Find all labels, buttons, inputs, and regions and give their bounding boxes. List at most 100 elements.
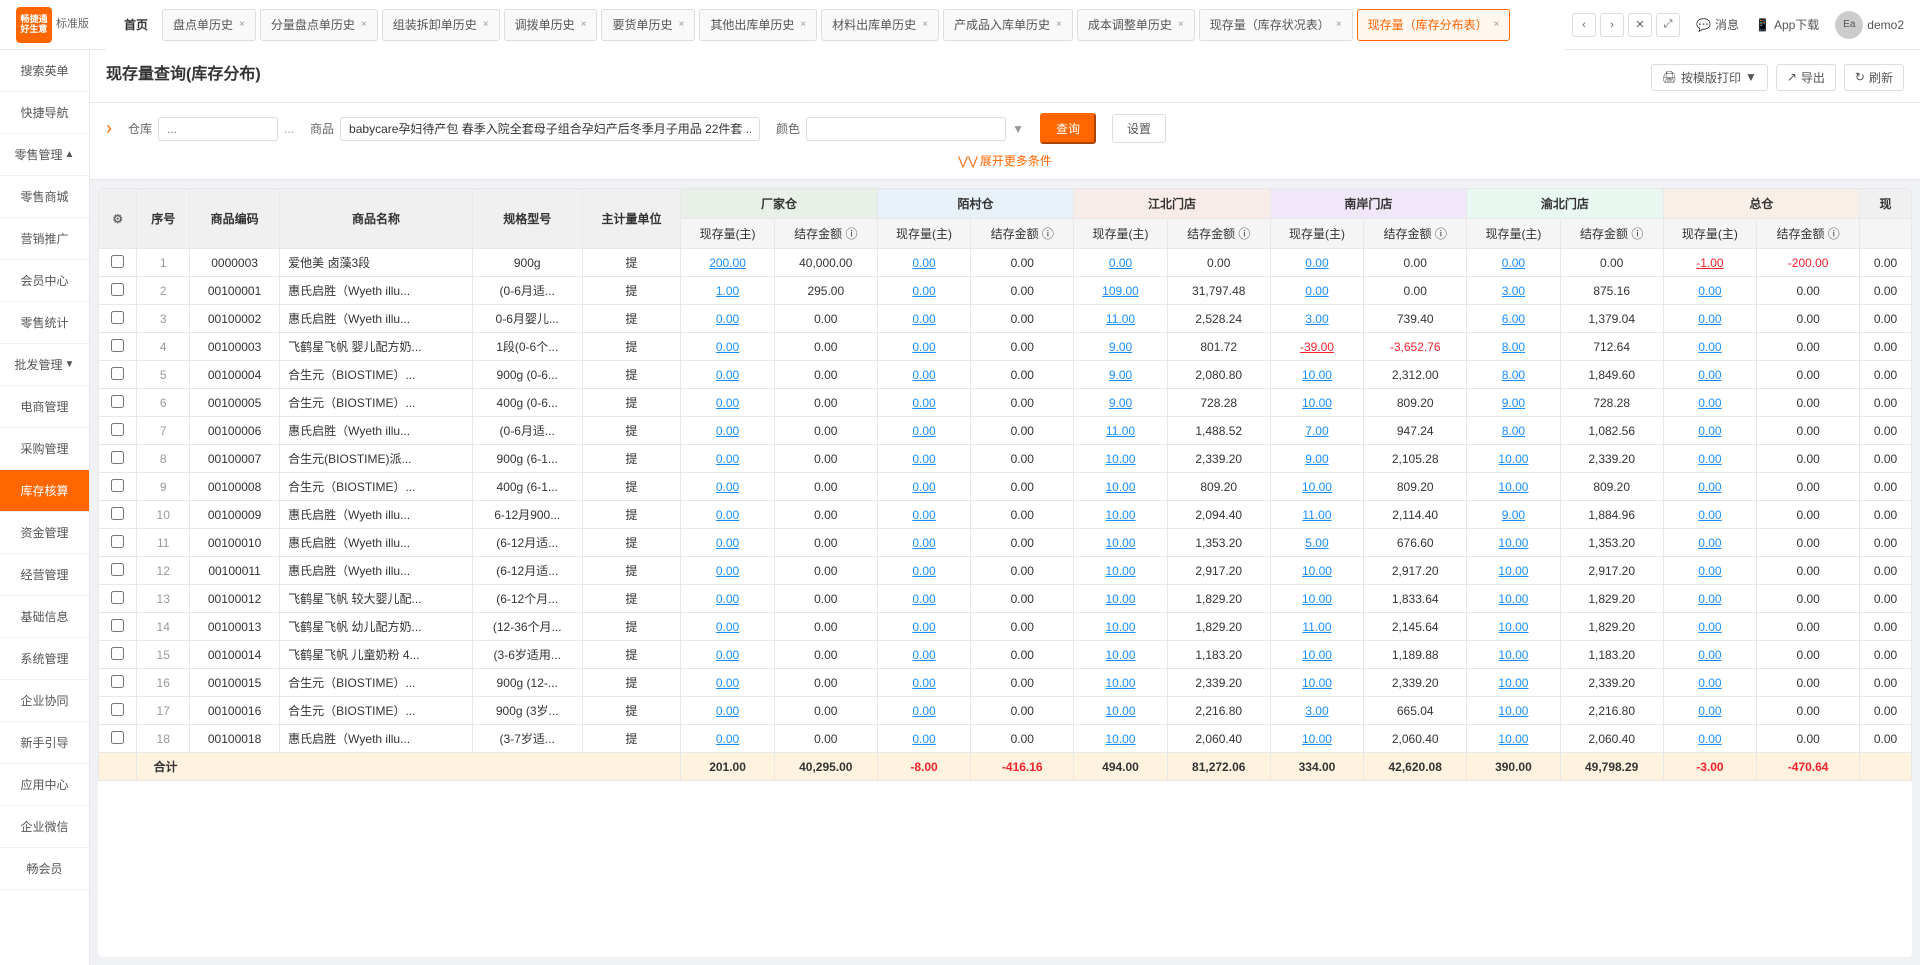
cell-factory-qty[interactable]: 200.00 [681, 249, 775, 277]
row-checkbox[interactable] [111, 731, 124, 744]
cell-yubei-qty[interactable]: 3.00 [1467, 277, 1561, 305]
cell-jiangbei-qty[interactable]: 9.00 [1074, 333, 1168, 361]
sidebar-item-finance[interactable]: 资金管理 [0, 512, 89, 554]
close-icon[interactable]: × [922, 19, 928, 30]
close-icon[interactable]: × [1056, 19, 1062, 30]
sidebar-item-vip[interactable]: 畅会员 [0, 848, 89, 890]
cell-nanan-qty[interactable]: 10.00 [1270, 641, 1364, 669]
cell-yubei-qty[interactable]: 10.00 [1467, 557, 1561, 585]
sidebar-item-search[interactable]: 搜索英单 [0, 50, 89, 92]
cell-factory-qty[interactable]: 0.00 [681, 333, 775, 361]
row-checkbox[interactable] [111, 255, 124, 268]
row-checkbox[interactable] [111, 395, 124, 408]
cell-total-qty[interactable]: 0.00 [1663, 417, 1757, 445]
tab-cost-adjust[interactable]: 成本调整单历史 × [1077, 9, 1195, 41]
cell-total-qty[interactable]: -1.00 [1663, 249, 1757, 277]
cell-yubei-qty[interactable]: 8.00 [1467, 361, 1561, 389]
cell-check[interactable] [99, 361, 137, 389]
next-tab-button[interactable]: › [1600, 13, 1624, 37]
cell-total-qty[interactable]: 0.00 [1663, 389, 1757, 417]
cell-yubei-qty[interactable]: 9.00 [1467, 501, 1561, 529]
tab-stock-dist[interactable]: 现存量（库存分布表）× [1357, 9, 1511, 41]
row-checkbox[interactable] [111, 675, 124, 688]
sidebar-item-inventory[interactable]: 库存核算 [0, 470, 89, 512]
row-checkbox[interactable] [111, 283, 124, 296]
close-icon[interactable]: × [361, 19, 367, 30]
cell-nanan-qty[interactable]: 5.00 [1270, 529, 1364, 557]
row-checkbox[interactable] [111, 423, 124, 436]
cell-check[interactable] [99, 529, 137, 557]
cell-factory-qty[interactable]: 1.00 [681, 277, 775, 305]
cell-factory-qty[interactable]: 0.00 [681, 557, 775, 585]
cell-mucun-qty[interactable]: 0.00 [877, 417, 971, 445]
tab-home[interactable]: 首页 [114, 9, 158, 41]
cell-yubei-qty[interactable]: 10.00 [1467, 473, 1561, 501]
cell-jiangbei-qty[interactable]: 10.00 [1074, 725, 1168, 753]
tab-product-in[interactable]: 产成品入库单历史 × [943, 9, 1073, 41]
cell-jiangbei-qty[interactable]: 10.00 [1074, 641, 1168, 669]
cell-total-qty[interactable]: 0.00 [1663, 697, 1757, 725]
message-button[interactable]: 💬 消息 [1696, 16, 1739, 33]
cell-factory-qty[interactable]: 0.00 [681, 585, 775, 613]
cell-nanan-qty[interactable]: 11.00 [1270, 613, 1364, 641]
cell-mucun-qty[interactable]: 0.00 [877, 249, 971, 277]
cell-mucun-qty[interactable]: 0.00 [877, 613, 971, 641]
cell-total-qty[interactable]: 0.00 [1663, 641, 1757, 669]
cell-total-qty[interactable]: 0.00 [1663, 529, 1757, 557]
cell-factory-qty[interactable]: 0.00 [681, 641, 775, 669]
cell-yubei-qty[interactable]: 0.00 [1467, 249, 1561, 277]
close-icon[interactable]: × [800, 19, 806, 30]
cell-nanan-qty[interactable]: 10.00 [1270, 557, 1364, 585]
row-checkbox[interactable] [111, 451, 124, 464]
cell-factory-qty[interactable]: 0.00 [681, 613, 775, 641]
cell-check[interactable] [99, 305, 137, 333]
app-download-button[interactable]: 📱 App下载 [1755, 16, 1819, 33]
cell-yubei-qty[interactable]: 6.00 [1467, 305, 1561, 333]
prev-tab-button[interactable]: ‹ [1572, 13, 1596, 37]
close-icon[interactable]: × [1336, 19, 1342, 30]
cell-jiangbei-qty[interactable]: 9.00 [1074, 361, 1168, 389]
cell-total-qty[interactable]: 0.00 [1663, 585, 1757, 613]
cell-jiangbei-qty[interactable]: 10.00 [1074, 501, 1168, 529]
cell-mucun-qty[interactable]: 0.00 [877, 277, 971, 305]
row-checkbox[interactable] [111, 311, 124, 324]
row-checkbox[interactable] [111, 591, 124, 604]
cell-factory-qty[interactable]: 0.00 [681, 417, 775, 445]
cell-mucun-qty[interactable]: 0.00 [877, 473, 971, 501]
cell-jiangbei-qty[interactable]: 109.00 [1074, 277, 1168, 305]
cell-check[interactable] [99, 473, 137, 501]
row-checkbox[interactable] [111, 703, 124, 716]
cell-nanan-qty[interactable]: 0.00 [1270, 249, 1364, 277]
sidebar-item-wechat[interactable]: 企业微信 [0, 806, 89, 848]
cell-nanan-qty[interactable]: 10.00 [1270, 669, 1364, 697]
tab-purchase-order[interactable]: 要货单历史 × [601, 9, 695, 41]
tab-stocktake[interactable]: 盘点单历史 × [162, 9, 256, 41]
cell-check[interactable] [99, 725, 137, 753]
export-button[interactable]: ↗ 导出 [1776, 64, 1836, 91]
tab-stock-status[interactable]: 现存量（库存状况表）× [1199, 9, 1353, 41]
cell-nanan-qty[interactable]: 3.00 [1270, 697, 1364, 725]
cell-yubei-qty[interactable]: 10.00 [1467, 585, 1561, 613]
sidebar-item-system[interactable]: 系统管理 [0, 638, 89, 680]
cell-nanan-qty[interactable]: 7.00 [1270, 417, 1364, 445]
cell-check[interactable] [99, 641, 137, 669]
tab-branch-stocktake[interactable]: 分量盘点单历史 × [260, 9, 378, 41]
cell-factory-qty[interactable]: 0.00 [681, 389, 775, 417]
cell-check[interactable] [99, 389, 137, 417]
cell-check[interactable] [99, 501, 137, 529]
sidebar-item-app-center[interactable]: 应用中心 [0, 764, 89, 806]
color-input[interactable] [806, 117, 1006, 141]
cell-factory-qty[interactable]: 0.00 [681, 697, 775, 725]
cell-jiangbei-qty[interactable]: 10.00 [1074, 473, 1168, 501]
cell-mucun-qty[interactable]: 0.00 [877, 669, 971, 697]
sidebar-item-basic[interactable]: 基础信息 [0, 596, 89, 638]
close-icon[interactable]: × [1494, 19, 1500, 30]
cell-mucun-qty[interactable]: 0.00 [877, 333, 971, 361]
cell-check[interactable] [99, 277, 137, 305]
tab-kit-teardown[interactable]: 组装拆卸单历史 × [382, 9, 500, 41]
gear-icon[interactable]: ⚙ [112, 212, 123, 226]
cell-jiangbei-qty[interactable]: 9.00 [1074, 389, 1168, 417]
cell-jiangbei-qty[interactable]: 0.00 [1074, 249, 1168, 277]
cell-yubei-qty[interactable]: 10.00 [1467, 697, 1561, 725]
cell-mucun-qty[interactable]: 0.00 [877, 305, 971, 333]
